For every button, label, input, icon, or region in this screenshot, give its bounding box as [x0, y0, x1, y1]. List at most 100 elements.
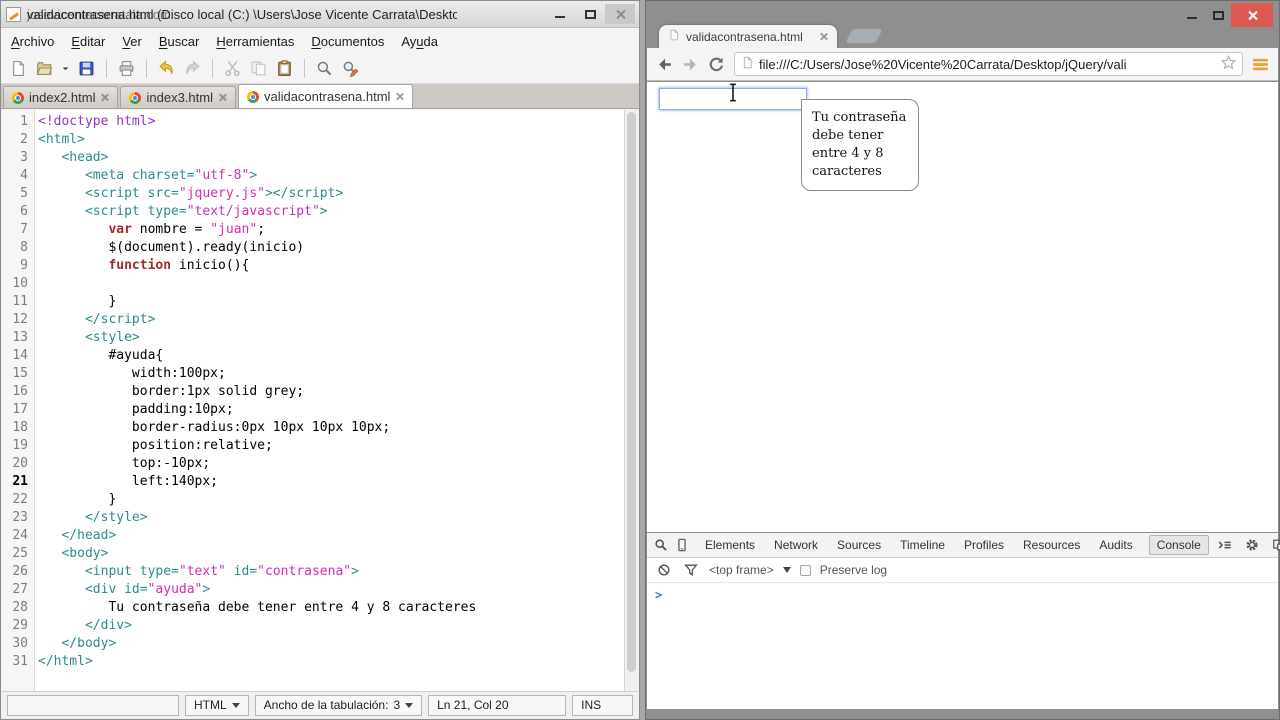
bookmark-star-icon[interactable]	[1220, 54, 1237, 73]
cut-icon[interactable]	[221, 57, 244, 80]
code-line[interactable]: 4 <meta charset="utf-8">	[2, 167, 625, 185]
code-line[interactable]: 30 </body>	[2, 635, 625, 653]
code-line[interactable]: 21 left:140px;	[2, 473, 625, 491]
code-line[interactable]: 7 var nombre = "juan";	[2, 221, 625, 239]
code-line[interactable]: 18 border-radius:0px 10px 10px 10px;	[2, 419, 625, 437]
devtools-tab-profiles[interactable]: Profiles	[961, 536, 1007, 554]
editor-tab-validacontrasena-html[interactable]: validacontrasena.html	[237, 84, 414, 108]
open-folder-icon[interactable]	[33, 57, 56, 80]
menu-ver[interactable]: Ver	[122, 34, 142, 49]
new-tab-button[interactable]	[845, 29, 883, 43]
menu-hamburger-icon[interactable]	[1252, 56, 1269, 73]
menu-archivo[interactable]: Archivo	[11, 34, 54, 49]
open-dropdown-icon[interactable]	[59, 57, 72, 80]
paste-icon[interactable]	[273, 57, 296, 80]
code-editor[interactable]: 1 <!doctype html> 2 <html> 3 <head> 4 <meta c…	[2, 110, 625, 692]
new-document-icon[interactable]	[7, 57, 30, 80]
menu-ayuda[interactable]: Ayuda	[401, 34, 438, 49]
code-line[interactable]: 29 </div>	[2, 617, 625, 635]
tab-close-icon[interactable]	[395, 92, 404, 101]
devtools-tab-timeline[interactable]: Timeline	[897, 536, 948, 554]
code-line[interactable]: 10	[2, 275, 625, 293]
code-line[interactable]: 16 border:1px solid grey;	[2, 383, 625, 401]
frame-selector[interactable]: <top frame>	[709, 563, 774, 577]
editor-tab-index2-html[interactable]: index2.html	[3, 86, 119, 108]
code-line[interactable]: 15 width:100px;	[2, 365, 625, 383]
console-output[interactable]: >	[647, 583, 1278, 607]
code-line[interactable]: 5 <script src="jquery.js"></script>	[2, 185, 625, 203]
devtools-tab-sources[interactable]: Sources	[834, 536, 884, 554]
close-button[interactable]	[605, 4, 635, 24]
browser-tab[interactable]: validacontrasena.html	[659, 25, 837, 48]
tab-close-icon[interactable]	[819, 32, 828, 41]
undo-icon[interactable]	[155, 57, 178, 80]
print-icon[interactable]	[115, 57, 138, 80]
preserve-log-checkbox[interactable]	[799, 564, 811, 576]
code-line[interactable]: 26 <input type="text" id="contrasena">	[2, 563, 625, 581]
editor-titlebar: validacontrasena.html (Disco local (C:) …	[1, 1, 639, 28]
search-icon[interactable]	[313, 57, 336, 80]
editor-scrollbar[interactable]	[624, 110, 638, 692]
devtools-tab-resources[interactable]: Resources	[1020, 536, 1083, 554]
code-line[interactable]: 25 <body>	[2, 545, 625, 563]
filter-funnel-icon[interactable]	[682, 561, 700, 579]
redo-icon[interactable]	[181, 57, 204, 80]
code-line[interactable]: 22 }	[2, 491, 625, 509]
language-mode-dropdown[interactable]: HTML	[185, 694, 249, 716]
back-button[interactable]	[656, 56, 673, 73]
devtools-right-icons	[1216, 536, 1280, 554]
menu-herramientas[interactable]: Herramientas	[216, 34, 294, 49]
minimize-button[interactable]	[1179, 4, 1205, 26]
forward-button[interactable]	[682, 56, 699, 73]
code-line[interactable]: 2 <html>	[2, 131, 625, 149]
code-line[interactable]: 19 position:relative;	[2, 437, 625, 455]
maximize-button[interactable]	[1205, 4, 1231, 26]
code-line[interactable]: 20 top:-10px;	[2, 455, 625, 473]
tab-close-icon[interactable]	[218, 93, 227, 102]
code-line[interactable]: 24 </head>	[2, 527, 625, 545]
devtools-tab-elements[interactable]: Elements	[702, 536, 758, 554]
console-drawer-icon[interactable]	[1216, 536, 1234, 554]
code-line[interactable]: 27 <div id="ayuda">	[2, 581, 625, 599]
devtools-tab-audits[interactable]: Audits	[1096, 536, 1135, 554]
code-line[interactable]: 28 Tu contraseña debe tener entre 4 y 8 …	[2, 599, 625, 617]
code-line[interactable]: 12 </script>	[2, 311, 625, 329]
scrollbar-thumb[interactable]	[627, 112, 636, 672]
editor-tab-index3-html[interactable]: index3.html	[120, 86, 236, 108]
settings-gear-icon[interactable]	[1243, 536, 1261, 554]
tab-width-dropdown[interactable]: Ancho de la tabulación: 3	[254, 694, 423, 716]
search-replace-icon[interactable]	[339, 57, 362, 80]
code-line[interactable]: 14 #ayuda{	[2, 347, 625, 365]
copy-icon[interactable]	[247, 57, 270, 80]
code-line[interactable]: 6 <script type="text/javascript">	[2, 203, 625, 221]
devtools-tab-console[interactable]: Console	[1148, 535, 1209, 555]
devtools-tab-network[interactable]: Network	[771, 536, 821, 554]
address-bar[interactable]: file:///C:/Users/Jose%20Vicente%20Carrat…	[734, 52, 1243, 76]
toolbar-separator	[146, 59, 147, 78]
code-line[interactable]: 9 function inicio(){	[2, 257, 625, 275]
code-text: <body>	[61, 546, 109, 561]
code-line[interactable]: 17 padding:10px;	[2, 401, 625, 419]
dock-side-icon[interactable]	[1270, 536, 1280, 554]
code-line[interactable]: 3 <head>	[2, 149, 625, 167]
inspect-element-icon[interactable]	[654, 536, 668, 554]
menu-editar[interactable]: Editar	[71, 34, 105, 49]
screen: validacontrasena.html (Disco local (C:) …	[0, 0, 1280, 720]
save-icon[interactable]	[75, 57, 98, 80]
maximize-button[interactable]	[575, 4, 605, 24]
tab-close-icon[interactable]	[100, 93, 109, 102]
minimize-button[interactable]	[545, 4, 575, 24]
device-mode-icon[interactable]	[675, 536, 689, 554]
code-line[interactable]: 31 </html>	[2, 653, 625, 671]
code-line[interactable]: 8 $(document).ready(inicio)	[2, 239, 625, 257]
clear-console-icon[interactable]	[655, 561, 673, 579]
close-button[interactable]	[1231, 3, 1273, 27]
chevron-down-icon[interactable]	[782, 567, 791, 573]
menu-documentos[interactable]: Documentos	[311, 34, 384, 49]
menu-buscar[interactable]: Buscar	[159, 34, 199, 49]
reload-button[interactable]	[708, 56, 725, 73]
code-line[interactable]: 1 <!doctype html>	[2, 113, 625, 131]
code-line[interactable]: 13 <style>	[2, 329, 625, 347]
code-line[interactable]: 23 </style>	[2, 509, 625, 527]
code-line[interactable]: 11 }	[2, 293, 625, 311]
